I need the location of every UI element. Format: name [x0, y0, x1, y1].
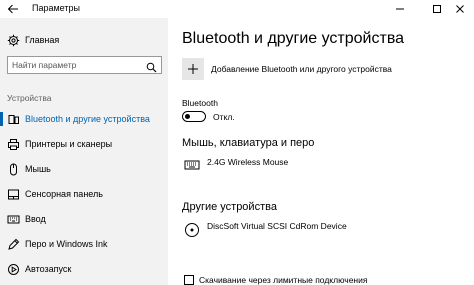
sidebar-item-label: Сенсорная панель — [25, 189, 103, 199]
section-heading-input-devices: Мышь, клавиатура и перо — [182, 137, 315, 149]
metered-download-row[interactable]: Скачивание через лимитные подключения — [182, 274, 467, 285]
sidebar-item-autoplay[interactable]: Автозапуск — [0, 259, 168, 279]
mouse-icon — [7, 163, 20, 176]
sidebar-item-label: Главная — [25, 34, 60, 45]
active-indicator — [0, 112, 3, 126]
touchpad-icon — [7, 188, 20, 201]
bluetooth-label: Bluetooth — [182, 98, 218, 108]
sidebar-section-label: Устройства — [7, 93, 52, 103]
sidebar-item-label: Перо и Windows Ink — [25, 239, 108, 249]
bluetooth-icon — [7, 113, 20, 126]
device-name: DiscSoft Virtual SCSI CdRom Device — [207, 221, 347, 231]
page-title: Bluetooth и другие устройства — [182, 30, 405, 47]
main-content: Bluetooth и другие устройства Добавление… — [168, 18, 474, 285]
sidebar-item-pen[interactable]: Перо и Windows Ink — [0, 234, 168, 254]
sidebar-item-label: Мышь — [25, 164, 51, 174]
sidebar-item-label: Ввод — [25, 214, 46, 224]
close-icon[interactable] — [446, 0, 474, 18]
device-item-mouse[interactable]: 2.4G Wireless Mouse — [182, 156, 467, 176]
add-device-label: Добавление Bluetooth или другого устройс… — [211, 64, 392, 74]
sidebar-item-label: Принтеры и сканеры — [25, 139, 113, 149]
keyboard-icon — [7, 213, 20, 226]
metered-download-label: Скачивание через лимитные подключения — [199, 275, 368, 285]
bluetooth-toggle[interactable] — [182, 111, 206, 122]
sidebar-item-mouse[interactable]: Мышь — [0, 159, 168, 179]
sidebar-item-printers[interactable]: Принтеры и сканеры — [0, 134, 168, 154]
plus-icon — [182, 58, 204, 80]
metered-download-checkbox[interactable] — [184, 275, 194, 285]
sidebar: Главная Устройства Bluetooth и другие ус… — [0, 18, 168, 285]
window-title: Параметры — [32, 3, 80, 13]
add-device-button[interactable]: Добавление Bluetooth или другого устройс… — [182, 58, 467, 80]
disc-icon — [184, 222, 200, 237]
sidebar-item-label: Bluetooth и другие устройства — [25, 114, 150, 124]
gear-icon — [7, 34, 20, 47]
title-bar: Параметры — [0, 0, 474, 18]
autoplay-icon — [7, 263, 20, 276]
back-arrow-icon[interactable] — [6, 2, 20, 16]
bluetooth-state: Откл. — [213, 112, 235, 122]
sidebar-item-touchpad[interactable]: Сенсорная панель — [0, 184, 168, 204]
search-input[interactable] — [12, 59, 142, 71]
minimize-icon[interactable] — [386, 0, 414, 18]
sidebar-item-typing[interactable]: Ввод — [0, 209, 168, 229]
search-box[interactable] — [7, 56, 162, 74]
search-icon[interactable] — [146, 60, 157, 73]
pen-icon — [7, 238, 20, 251]
sidebar-item-home[interactable]: Главная — [0, 29, 168, 51]
device-name: 2.4G Wireless Mouse — [207, 157, 289, 167]
section-heading-other-devices: Другие устройства — [182, 201, 277, 213]
device-item-cdrom[interactable]: DiscSoft Virtual SCSI CdRom Device — [182, 220, 467, 240]
sidebar-item-label: Автозапуск — [25, 264, 72, 274]
toggle-knob — [185, 113, 190, 119]
printer-icon — [7, 138, 20, 151]
keyboard-icon — [184, 158, 200, 172]
sidebar-item-bluetooth[interactable]: Bluetooth и другие устройства — [0, 109, 168, 129]
